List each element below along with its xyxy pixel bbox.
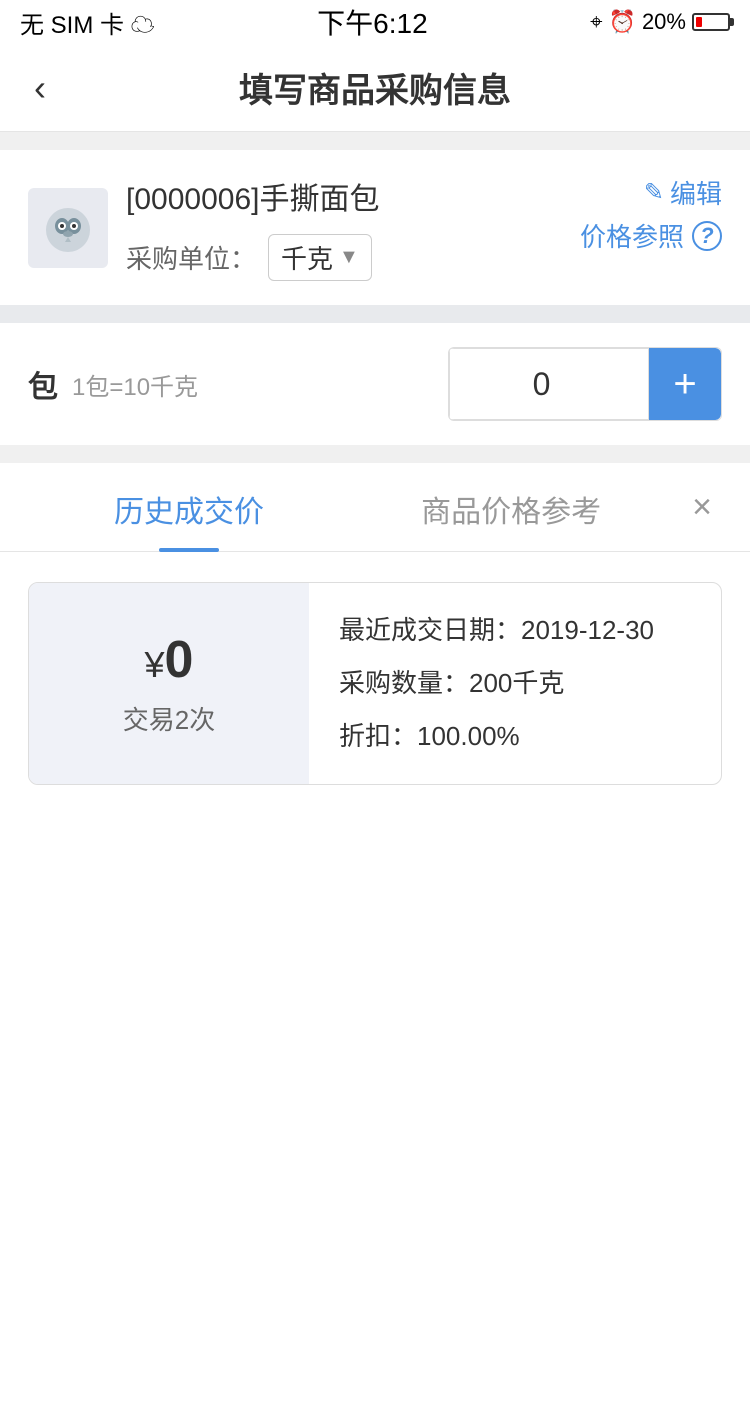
unit-dropdown[interactable]: 千克 ▼: [268, 234, 372, 281]
tab-section: 历史成交价 商品价格参考 × ¥0 交易2次 最近成交日期：2019-12-30…: [0, 463, 750, 815]
purchase-quantity-row: 采购数量：200千克: [339, 664, 691, 703]
dropdown-arrow-icon: ▼: [339, 246, 359, 269]
unit-value: 千克: [281, 239, 333, 276]
battery-percent: 20%: [642, 9, 686, 35]
tab-close-button[interactable]: ×: [682, 478, 722, 537]
sim-status: 无 SIM 卡 ☁: [20, 5, 155, 40]
tab-product-price-reference[interactable]: 商品价格参考: [350, 463, 672, 551]
product-right: ✎ 编辑 价格参照 ?: [580, 174, 722, 254]
product-thumb-icon: [38, 198, 98, 258]
product-info: [0000006]手撕面包 采购单位： 千克 ▼: [126, 174, 379, 281]
page-title: 填写商品采购信息: [239, 63, 511, 112]
status-right: ⌖ ⏰ 20%: [590, 9, 730, 35]
tab-history-price[interactable]: 历史成交价: [28, 463, 350, 551]
purchase-quantity-value: 200千克: [469, 668, 564, 698]
price-card-right: 最近成交日期：2019-12-30 采购数量：200千克 折扣：100.00%: [309, 583, 721, 784]
price-trade-count: 交易2次: [123, 700, 215, 737]
product-header: [0000006]手撕面包 采购单位： 千克 ▼ ✎ 编辑 价格参照 ?: [28, 174, 722, 281]
battery-icon: [692, 13, 730, 31]
product-name: [0000006]手撕面包: [126, 174, 379, 218]
back-button[interactable]: ‹: [24, 57, 56, 119]
product-section: [0000006]手撕面包 采购单位： 千克 ▼ ✎ 编辑 价格参照 ?: [0, 150, 750, 305]
recent-date-label: 最近成交日期：: [339, 615, 521, 645]
discount-value: 100.00%: [417, 721, 520, 751]
price-value: 0: [165, 631, 194, 689]
location-icon: ⌖: [590, 9, 602, 35]
quantity-input[interactable]: [449, 348, 649, 420]
help-icon: ?: [692, 221, 722, 251]
price-card: ¥0 交易2次 最近成交日期：2019-12-30 采购数量：200千克 折扣：…: [28, 582, 722, 785]
unit-label: 采购单位：: [126, 239, 256, 276]
alarm-icon: ⏰: [609, 9, 636, 35]
purchase-quantity-label: 采购数量：: [339, 668, 469, 698]
price-ref-label: 价格参照: [580, 217, 684, 254]
history-price-content: ¥0 交易2次 最近成交日期：2019-12-30 采购数量：200千克 折扣：…: [0, 552, 750, 815]
discount-row: 折扣：100.00%: [339, 717, 691, 756]
price-reference-button[interactable]: 价格参照 ?: [580, 217, 722, 254]
tab-bar: 历史成交价 商品价格参考 ×: [0, 463, 750, 552]
price-card-left: ¥0 交易2次: [29, 583, 309, 784]
product-thumbnail: [28, 188, 108, 268]
recent-date-value: 2019-12-30: [521, 615, 654, 645]
status-time: 下午6:12: [317, 2, 428, 42]
recent-date-row: 最近成交日期：2019-12-30: [339, 611, 691, 650]
product-unit-row: 采购单位： 千克 ▼: [126, 234, 379, 281]
status-bar: 无 SIM 卡 ☁ 下午6:12 ⌖ ⏰ 20%: [0, 0, 750, 44]
quantity-plus-button[interactable]: +: [649, 348, 721, 420]
quantity-input-group: +: [448, 347, 722, 421]
product-left: [0000006]手撕面包 采购单位： 千克 ▼: [28, 174, 379, 281]
quantity-unit-badge: 包: [28, 362, 58, 406]
bottom-area: [0, 815, 750, 1415]
discount-label: 折扣：: [339, 721, 417, 751]
quantity-hint: 1包=10千克: [72, 367, 198, 402]
edit-icon: ✎: [644, 178, 664, 207]
qty-input-wrapper: +: [448, 347, 722, 421]
status-left: 无 SIM 卡 ☁: [20, 5, 155, 40]
quantity-label-group: 包 1包=10千克: [28, 362, 198, 406]
nav-bar: ‹ 填写商品采购信息: [0, 44, 750, 132]
section-divider: [0, 305, 750, 323]
edit-button[interactable]: ✎ 编辑: [644, 174, 722, 211]
price-amount: ¥0: [145, 630, 194, 690]
quantity-section: 包 1包=10千克 +: [0, 323, 750, 445]
price-currency-symbol: ¥: [145, 644, 165, 685]
edit-label: 编辑: [670, 174, 722, 211]
